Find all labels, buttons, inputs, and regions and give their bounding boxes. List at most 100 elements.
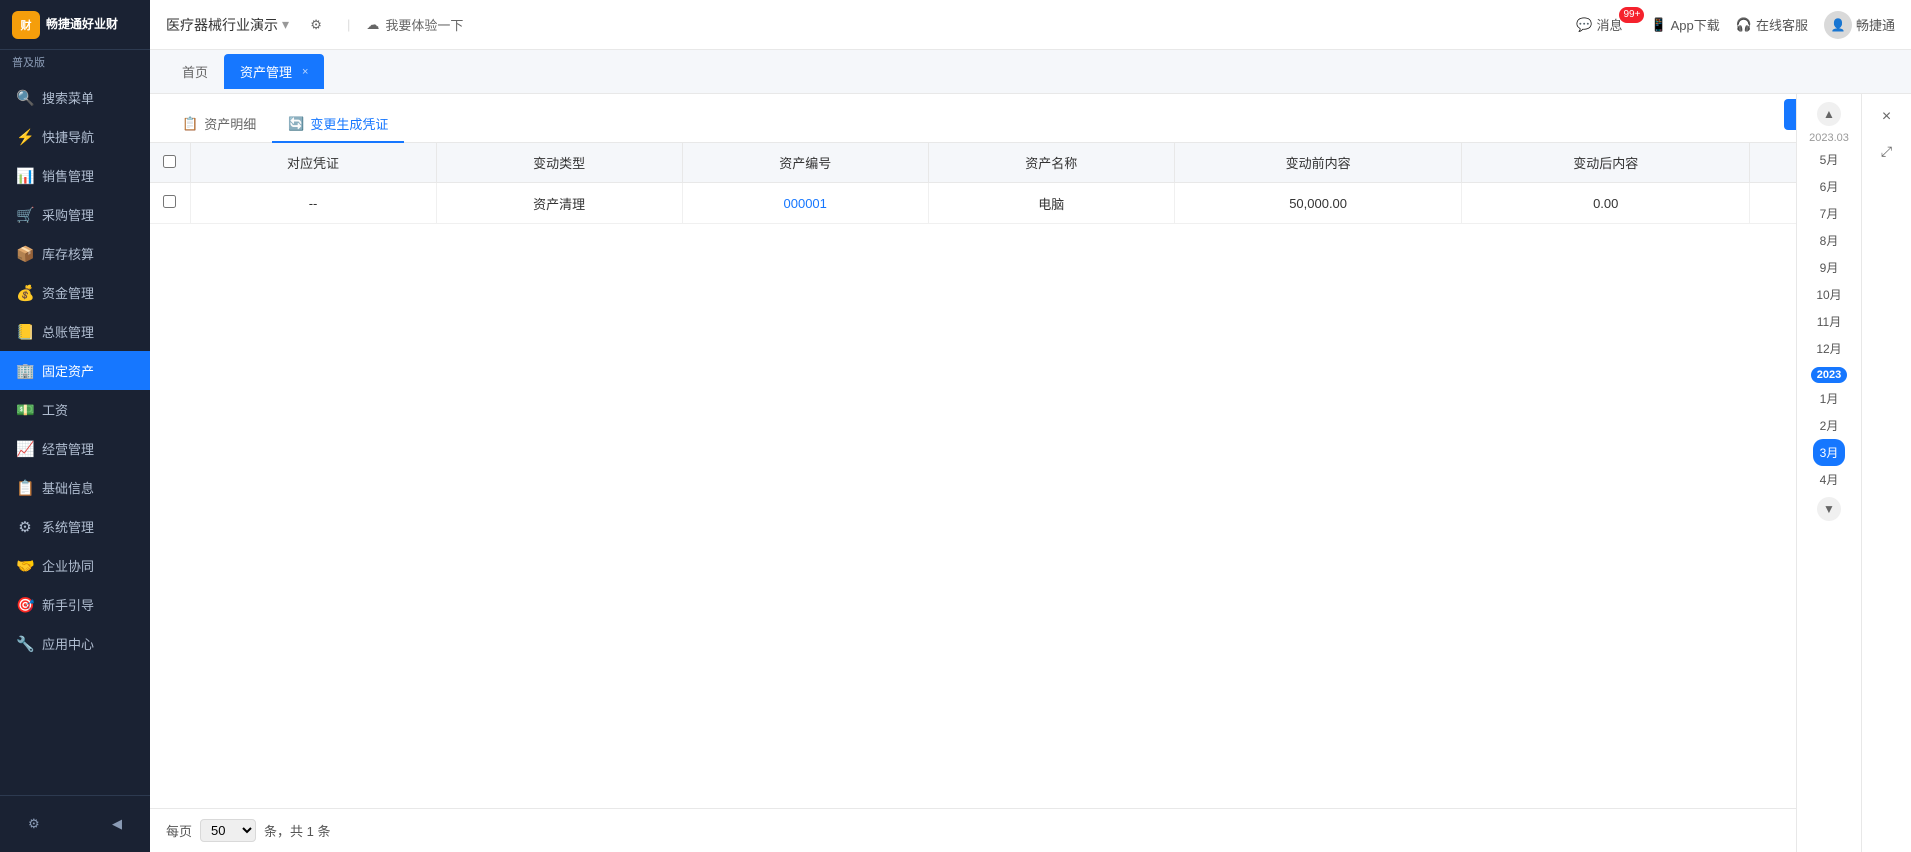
sidebar-item-cooperation[interactable]: 🤝 企业协同 bbox=[0, 546, 150, 585]
timeline-nav-down[interactable]: ▼ bbox=[1817, 497, 1841, 521]
timeline-month-1[interactable]: 1月 bbox=[1797, 385, 1861, 412]
timeline-month-6[interactable]: 6月 bbox=[1797, 173, 1861, 200]
timeline-year-label: 2023.03 bbox=[1805, 130, 1853, 146]
logo-text: 畅捷通好业财 bbox=[46, 17, 118, 33]
sidebar-settings-button[interactable]: ⚙ bbox=[12, 808, 56, 840]
timeline-month-9[interactable]: 9月 bbox=[1797, 254, 1861, 281]
per-page-select[interactable]: 50 10 20 100 bbox=[200, 819, 256, 842]
timeline-month-4[interactable]: 4月 bbox=[1797, 466, 1861, 493]
customer-service-button[interactable]: 🎧 在线客服 bbox=[1736, 15, 1808, 34]
message-button[interactable]: 💬 消息 99+ bbox=[1576, 15, 1634, 34]
sidebar-item-basic-info[interactable]: 📋 基础信息 bbox=[0, 468, 150, 507]
cell-before-change: 50,000.00 bbox=[1174, 183, 1462, 224]
sidebar-item-system[interactable]: ⚙ 系统管理 bbox=[0, 507, 150, 546]
sidebar-item-quick-nav-label: 快捷导航 bbox=[42, 127, 94, 146]
timeline-month-12[interactable]: 12月 bbox=[1797, 335, 1861, 362]
topbar: 医疗器械行业演示 ▾ ⚙ | ☁ 我要体验一下 💬 消息 99+ 📱 App下载… bbox=[150, 0, 1911, 50]
app-center-icon: 🔧 bbox=[16, 635, 34, 653]
divider: | bbox=[347, 17, 350, 32]
sidebar-item-search[interactable]: 🔍 搜索菜单 bbox=[0, 78, 150, 117]
timeline-panel: ▲ 2023.03 5月 6月 7月 8月 9月 10月 11月 12月 202… bbox=[1796, 94, 1861, 852]
avatar-icon: 👤 bbox=[1831, 18, 1846, 32]
logo-icon: 财 bbox=[12, 11, 40, 39]
timeline-month-5[interactable]: 5月 bbox=[1797, 146, 1861, 173]
sidebar: 财 畅捷通好业财 普及版 🔍 搜索菜单 ⚡ 快捷导航 📊 销售管理 🛒 采购管理… bbox=[0, 0, 150, 852]
message-badge: 99+ bbox=[1619, 7, 1644, 23]
select-all-header[interactable] bbox=[150, 143, 190, 183]
sub-tab-change-voucher[interactable]: 🔄 变更生成凭证 bbox=[272, 106, 404, 143]
timeline-month-2[interactable]: 2月 bbox=[1797, 412, 1861, 439]
sidebar-item-operation-label: 经营管理 bbox=[42, 439, 94, 458]
sidebar-item-purchase[interactable]: 🛒 采购管理 bbox=[0, 195, 150, 234]
timeline-month-11[interactable]: 11月 bbox=[1797, 308, 1861, 335]
tab-home-label: 首页 bbox=[182, 62, 208, 81]
row-checkbox[interactable] bbox=[163, 195, 176, 208]
close-icon: × bbox=[1882, 108, 1891, 126]
sub-tab-change-voucher-label: 变更生成凭证 bbox=[310, 114, 388, 133]
settings-button[interactable]: ⚙ bbox=[301, 10, 331, 40]
col-after-change: 变动后内容 bbox=[1462, 143, 1750, 183]
timeline-month-8[interactable]: 8月 bbox=[1797, 227, 1861, 254]
pagination: 每页 50 10 20 100 条，共 1 条 bbox=[150, 808, 1911, 852]
inventory-icon: 📦 bbox=[16, 245, 34, 263]
row-checkbox-cell[interactable] bbox=[150, 183, 190, 224]
app-download-button[interactable]: 📱 App下载 bbox=[1650, 15, 1719, 34]
sidebar-item-app-center[interactable]: 🔧 应用中心 bbox=[0, 624, 150, 663]
select-all-checkbox[interactable] bbox=[163, 155, 176, 168]
sidebar-item-operation[interactable]: 📈 经营管理 bbox=[0, 429, 150, 468]
topbar-right: 💬 消息 99+ 📱 App下载 🎧 在线客服 👤 畅捷通 bbox=[1576, 11, 1895, 39]
company-name: 医疗器械行业演示 bbox=[166, 15, 278, 35]
system-icon: ⚙ bbox=[16, 518, 34, 536]
purchase-icon: 🛒 bbox=[16, 206, 34, 224]
fixed-assets-icon: 🏢 bbox=[16, 362, 34, 380]
sidebar-item-payroll-label: 工资 bbox=[42, 400, 68, 419]
user-menu[interactable]: 👤 畅捷通 bbox=[1824, 11, 1895, 39]
table-wrapper: 对应凭证 变动类型 资产编号 资产名称 变动前内容 变动后内容 操作 bbox=[150, 143, 1911, 808]
tab-asset-management-label: 资产管理 bbox=[240, 62, 292, 81]
tab-home[interactable]: 首页 bbox=[166, 54, 224, 89]
quick-nav-icon: ⚡ bbox=[16, 128, 34, 146]
timeline-month-3[interactable]: 3月 bbox=[1813, 439, 1845, 466]
timeline-month-7[interactable]: 7月 bbox=[1797, 200, 1861, 227]
right-panel-close-button[interactable]: × bbox=[1872, 102, 1902, 132]
experience-button[interactable]: ☁ 我要体验一下 bbox=[366, 15, 463, 34]
sidebar-item-guide-label: 新手引导 bbox=[42, 595, 94, 614]
sidebar-item-finance-label: 资金管理 bbox=[42, 283, 94, 302]
sub-tabs: 📋 资产明细 🔄 变更生成凭证 bbox=[150, 94, 1784, 142]
sidebar-item-sales[interactable]: 📊 销售管理 bbox=[0, 156, 150, 195]
cell-change-type: 资产清理 bbox=[436, 183, 682, 224]
right-panel-expand-button[interactable]: ⤢ bbox=[1872, 136, 1902, 166]
sidebar-item-payroll[interactable]: 💵 工资 bbox=[0, 390, 150, 429]
company-selector[interactable]: 医疗器械行业演示 ▾ bbox=[166, 15, 289, 35]
sidebar-item-fixed-assets[interactable]: 🏢 固定资产 bbox=[0, 351, 150, 390]
sidebar-bottom: ⚙ ◀ bbox=[0, 795, 150, 852]
user-label: 畅捷通 bbox=[1856, 15, 1895, 34]
tab-close-icon[interactable]: × bbox=[302, 66, 308, 78]
cell-asset-code[interactable]: 000001 bbox=[682, 183, 928, 224]
timeline-month-10[interactable]: 10月 bbox=[1797, 281, 1861, 308]
customer-service-icon: 🎧 bbox=[1736, 17, 1752, 33]
edition-label: 普及版 bbox=[0, 50, 150, 78]
finance-icon: 💰 bbox=[16, 284, 34, 302]
sidebar-item-inventory[interactable]: 📦 库存核算 bbox=[0, 234, 150, 273]
collapse-icon: ◀ bbox=[112, 816, 122, 832]
sidebar-item-quick-nav[interactable]: ⚡ 快捷导航 bbox=[0, 117, 150, 156]
sub-tab-asset-detail[interactable]: 📋 资产明细 bbox=[166, 106, 272, 143]
app-download-icon: 📱 bbox=[1650, 17, 1666, 33]
tabbar: 首页 资产管理 × bbox=[150, 50, 1911, 94]
payroll-icon: 💵 bbox=[16, 401, 34, 419]
content-area: 📋 资产明细 🔄 变更生成凭证 生成凭证 ▾ bbox=[150, 94, 1911, 852]
change-voucher-icon: 🔄 bbox=[288, 116, 304, 132]
table-row: -- 资产清理 000001 电脑 50,000.00 0.00 🗑 bbox=[150, 183, 1911, 224]
asset-table: 对应凭证 变动类型 资产编号 资产名称 变动前内容 变动后内容 操作 bbox=[150, 143, 1911, 224]
sidebar-item-finance[interactable]: 💰 资金管理 bbox=[0, 273, 150, 312]
sidebar-collapse-button[interactable]: ◀ bbox=[96, 808, 138, 840]
expand-icon: ⤢ bbox=[1881, 143, 1892, 160]
timeline-nav-up[interactable]: ▲ bbox=[1817, 102, 1841, 126]
sidebar-item-ledger[interactable]: 📒 总账管理 bbox=[0, 312, 150, 351]
sales-icon: 📊 bbox=[16, 167, 34, 185]
col-asset-name: 资产名称 bbox=[928, 143, 1174, 183]
sub-tab-asset-detail-label: 资产明细 bbox=[204, 114, 256, 133]
tab-asset-management[interactable]: 资产管理 × bbox=[224, 54, 324, 89]
sidebar-item-guide[interactable]: 🎯 新手引导 bbox=[0, 585, 150, 624]
